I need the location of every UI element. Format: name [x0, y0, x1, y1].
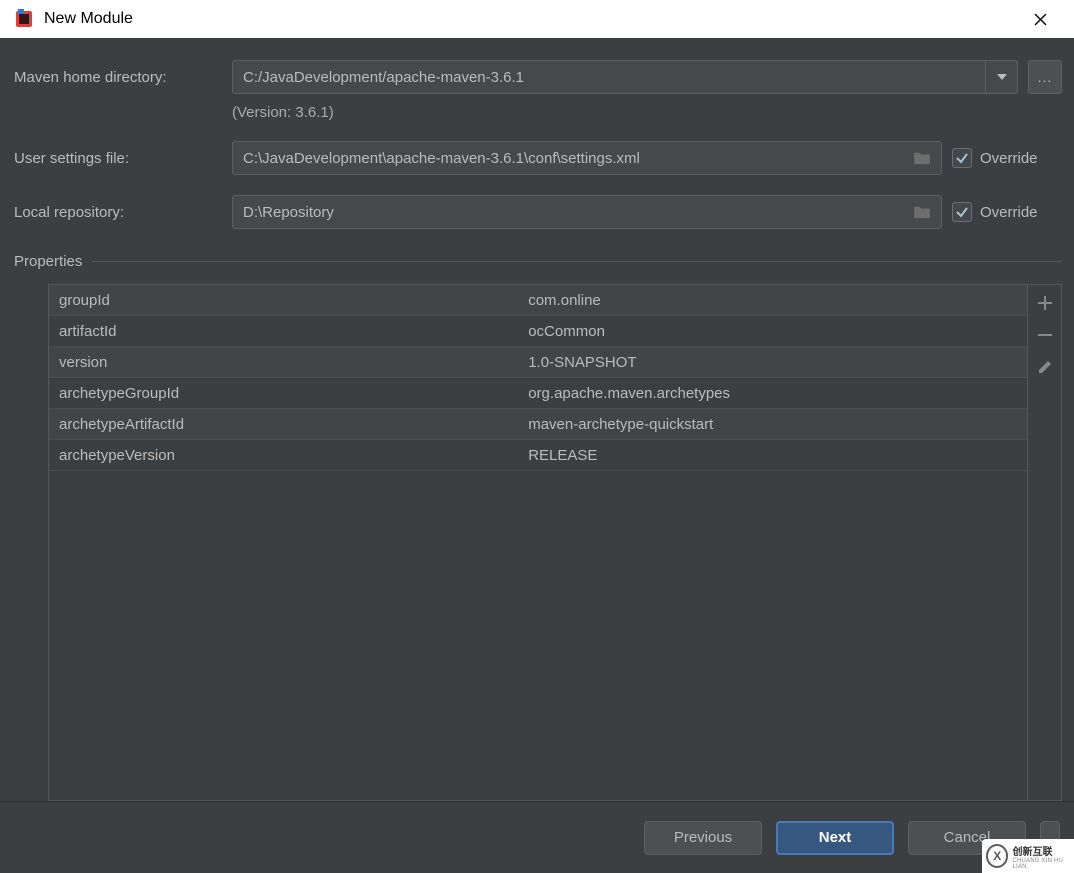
table-row[interactable]: archetypeArtifactIdmaven-archetype-quick…: [49, 409, 1027, 440]
property-value: org.apache.maven.archetypes: [528, 385, 1027, 402]
ellipsis-icon: ...: [1038, 69, 1053, 85]
maven-home-dropdown-icon[interactable]: [985, 61, 1017, 93]
properties-header: Properties: [14, 253, 82, 270]
user-settings-override-checkbox[interactable]: [952, 148, 972, 168]
close-button[interactable]: [1020, 0, 1060, 38]
user-settings-override-label: Override: [980, 150, 1038, 167]
table-row[interactable]: artifactIdocCommon: [49, 316, 1027, 347]
user-settings-label: User settings file:: [14, 150, 232, 167]
properties-table[interactable]: groupIdcom.onlineartifactIdocCommonversi…: [49, 285, 1027, 800]
add-property-button[interactable]: [1033, 291, 1057, 315]
remove-property-button[interactable]: [1033, 323, 1057, 347]
property-key: version: [49, 354, 528, 371]
property-value: ocCommon: [528, 323, 1027, 340]
property-key: groupId: [49, 292, 528, 309]
table-row[interactable]: archetypeGroupIdorg.apache.maven.archety…: [49, 378, 1027, 409]
app-icon: [14, 9, 34, 29]
watermark: X 创新互联 CHUANG XIN HU LIAN: [982, 839, 1074, 873]
user-settings-field[interactable]: C:\JavaDevelopment\apache-maven-3.6.1\co…: [232, 141, 942, 175]
table-row[interactable]: groupIdcom.online: [49, 285, 1027, 316]
local-repo-label: Local repository:: [14, 204, 232, 221]
property-key: archetypeGroupId: [49, 385, 528, 402]
property-key: artifactId: [49, 323, 528, 340]
local-repo-override-checkbox[interactable]: [952, 202, 972, 222]
property-value: RELEASE: [528, 447, 1027, 464]
maven-version-note: (Version: 3.6.1): [232, 104, 1062, 121]
property-key: archetypeArtifactId: [49, 416, 528, 433]
divider: [92, 261, 1062, 262]
maven-home-browse-button[interactable]: ...: [1028, 60, 1062, 94]
local-repo-browse-icon[interactable]: [909, 196, 935, 228]
titlebar: New Module: [0, 0, 1074, 38]
previous-button[interactable]: Previous: [644, 821, 762, 855]
property-value: 1.0-SNAPSHOT: [528, 354, 1027, 371]
maven-home-label: Maven home directory:: [14, 69, 232, 86]
table-row[interactable]: archetypeVersionRELEASE: [49, 440, 1027, 471]
local-repo-value: D:\Repository: [243, 204, 334, 221]
maven-home-combo[interactable]: C:/JavaDevelopment/apache-maven-3.6.1: [232, 60, 1018, 94]
property-key: archetypeVersion: [49, 447, 528, 464]
user-settings-browse-icon[interactable]: [909, 142, 935, 174]
window-title: New Module: [44, 10, 133, 28]
local-repo-override-label: Override: [980, 204, 1038, 221]
local-repo-field[interactable]: D:\Repository: [232, 195, 942, 229]
property-value: com.online: [528, 292, 1027, 309]
user-settings-value: C:\JavaDevelopment\apache-maven-3.6.1\co…: [243, 150, 640, 167]
table-row[interactable]: version1.0-SNAPSHOT: [49, 347, 1027, 378]
maven-home-value: C:/JavaDevelopment/apache-maven-3.6.1: [243, 69, 524, 86]
edit-property-button[interactable]: [1033, 355, 1057, 379]
property-value: maven-archetype-quickstart: [528, 416, 1027, 433]
next-button[interactable]: Next: [776, 821, 894, 855]
